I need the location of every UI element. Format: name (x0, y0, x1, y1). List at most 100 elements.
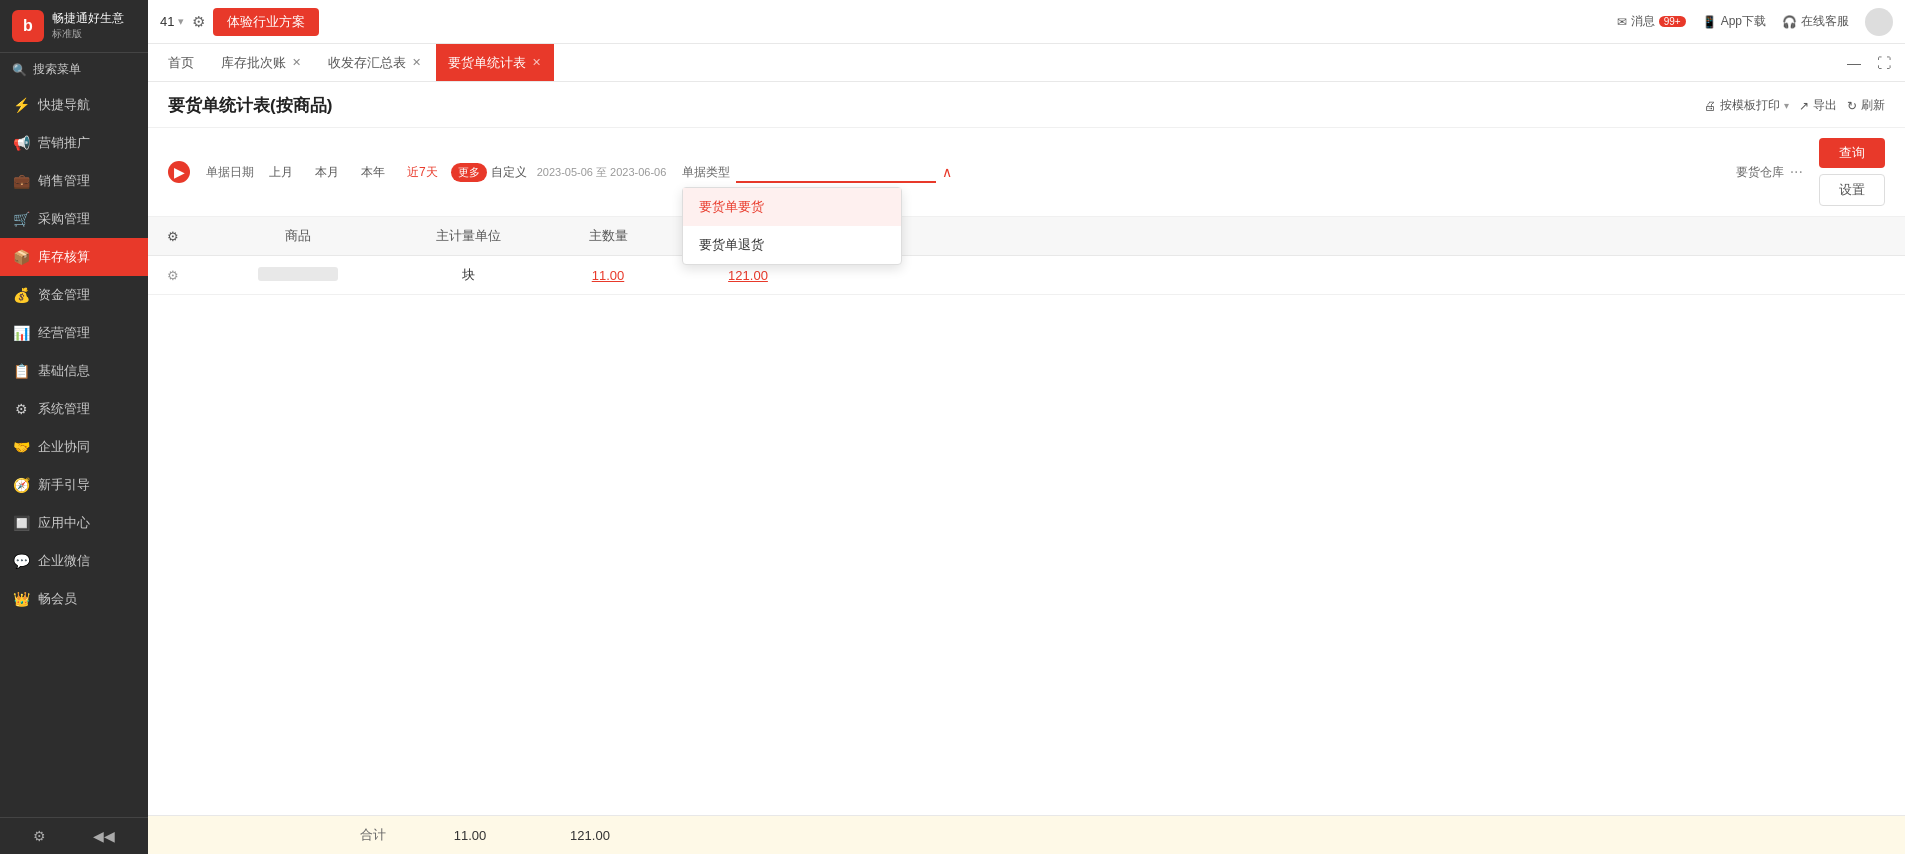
tab-requisition-stats[interactable]: 要货单统计表 ✕ (436, 44, 554, 81)
app-logo-icon: b (12, 10, 44, 42)
sidebar-item-basic[interactable]: 📋 基础信息 (0, 352, 148, 390)
sidebar-item-wechat[interactable]: 💬 企业微信 (0, 542, 148, 580)
table-row: ⚙ 块 11.00 121.00 (148, 256, 1905, 295)
sidebar-search-item[interactable]: 🔍 搜索菜单 (0, 53, 148, 86)
date-more-btn[interactable]: 更多 (451, 163, 487, 182)
sidebar-bottom: ⚙ ◀◀ (0, 817, 148, 854)
table-settings-icon[interactable]: ⚙ (167, 229, 179, 244)
sidebar-item-member[interactable]: 👑 畅会员 (0, 580, 148, 618)
sidebar-item-guide[interactable]: 🧭 新手引导 (0, 466, 148, 504)
dropdown-item-requisition-return[interactable]: 要货单退货 (683, 226, 901, 264)
printer-icon: 🖨 (1704, 99, 1716, 113)
sidebar-item-appstore[interactable]: 🔲 应用中心 (0, 504, 148, 542)
last-month-btn[interactable]: 上月 (260, 160, 302, 185)
purchase-label: 采购管理 (38, 210, 90, 228)
online-service-btn[interactable]: 🎧 在线客服 (1782, 13, 1849, 30)
page-header: 要货单统计表(按商品) 🖨 按模板打印 ▾ ↗ 导出 ↻ 刷新 (148, 82, 1905, 128)
row-settings-cell[interactable]: ⚙ (148, 256, 198, 295)
guide-icon: 🧭 (12, 476, 30, 494)
tab-minimize-btn[interactable]: — (1841, 50, 1867, 76)
user-avatar[interactable] (1865, 8, 1893, 36)
amount-link[interactable]: 121.00 (728, 268, 768, 283)
date-filter-label: 单据日期 (206, 164, 254, 181)
topbar-right: ✉ 消息 99+ 📱 App下载 🎧 在线客服 (1617, 8, 1893, 36)
messages-btn[interactable]: ✉ 消息 99+ (1617, 13, 1686, 30)
purchase-icon: 🛒 (12, 210, 30, 228)
collapse-sidebar-btn[interactable]: ◀◀ (93, 828, 115, 844)
date-filter-group: 单据日期 上月 本月 本年 近7天 更多 自定义 2023-05-06 至 20… (206, 160, 666, 185)
operation-label: 经营管理 (38, 324, 90, 342)
filter-bar: ▶ 单据日期 上月 本月 本年 近7天 更多 自定义 2023-05-06 至 … (148, 128, 1905, 217)
tab-receipt-summary[interactable]: 收发存汇总表 ✕ (316, 44, 434, 81)
app-logo-text: 畅捷通好生意 标准版 (52, 11, 124, 41)
sidebar: b 畅捷通好生意 标准版 🔍 搜索菜单 ⚡ 快捷导航 📢 营销推广 💼 销售管理… (0, 0, 148, 854)
type-filter-input[interactable] (736, 162, 936, 183)
col-unit: 主计量单位 (398, 217, 538, 256)
headset-icon: 🎧 (1782, 15, 1797, 29)
refresh-icon: ↻ (1847, 99, 1857, 113)
quantity-link[interactable]: 11.00 (592, 268, 625, 283)
date-quick-buttons: 上月 本月 本年 近7天 更多 自定义 (260, 160, 527, 185)
sidebar-item-finance[interactable]: 💰 资金管理 (0, 276, 148, 314)
row-quantity-cell: 11.00 (538, 256, 678, 295)
sidebar-item-system[interactable]: ⚙ 系统管理 (0, 390, 148, 428)
warehouse-more-btn[interactable]: ··· (1790, 163, 1803, 181)
query-button[interactable]: 查询 (1819, 138, 1885, 168)
last-7-days-btn[interactable]: 近7天 (398, 160, 447, 185)
basic-icon: 📋 (12, 362, 30, 380)
search-icon: 🔍 (12, 63, 27, 77)
topbar-gear-icon[interactable]: ⚙ (192, 13, 205, 31)
content-area: 要货单统计表(按商品) 🖨 按模板打印 ▾ ↗ 导出 ↻ 刷新 ▶ (148, 82, 1905, 854)
message-icon: ✉ (1617, 15, 1627, 29)
col-settings[interactable]: ⚙ (148, 217, 198, 256)
tab-requisition-stats-close[interactable]: ✕ (532, 56, 541, 69)
tab-receipt-summary-close[interactable]: ✕ (412, 56, 421, 69)
product-blurred (258, 267, 338, 281)
sidebar-item-inventory[interactable]: 📦 库存核算 (0, 238, 148, 276)
sidebar-item-sales[interactable]: 💼 销售管理 (0, 162, 148, 200)
date-range-display: 2023-05-06 至 2023-06-06 (537, 165, 667, 180)
table-header-row: ⚙ 商品 主计量单位 主数量 零售金额 (148, 217, 1905, 256)
data-table: ⚙ 商品 主计量单位 主数量 零售金额 (148, 217, 1905, 295)
store-selector[interactable]: 41 ▾ (160, 14, 184, 29)
system-icon: ⚙ (12, 400, 30, 418)
sidebar-item-enterprise[interactable]: 🤝 企业协同 (0, 428, 148, 466)
export-btn[interactable]: ↗ 导出 (1799, 97, 1837, 114)
col-empty (818, 217, 1905, 256)
settings-button[interactable]: 设置 (1819, 174, 1885, 206)
sidebar-item-quick-nav[interactable]: ⚡ 快捷导航 (0, 86, 148, 124)
type-filter-group: 单据类型 ∧ 要货单要货 要货单退货 (682, 162, 1719, 183)
member-label: 畅会员 (38, 590, 77, 608)
store-chevron-icon: ▾ (178, 15, 184, 28)
tab-requisition-stats-label: 要货单统计表 (448, 54, 526, 72)
sidebar-item-operation[interactable]: 📊 经营管理 (0, 314, 148, 352)
tab-fullscreen-btn[interactable]: ⛶ (1871, 50, 1897, 76)
sidebar-item-marketing[interactable]: 📢 营销推广 (0, 124, 148, 162)
trial-industry-button[interactable]: 体验行业方案 (213, 8, 319, 36)
settings-bottom-icon[interactable]: ⚙ (33, 828, 46, 844)
filter-expand-btn[interactable]: ▶ (168, 161, 190, 183)
footer-total-label: 合计 (178, 826, 398, 844)
sidebar-item-purchase[interactable]: 🛒 采购管理 (0, 200, 148, 238)
store-name: 41 (160, 14, 174, 29)
type-filter-chevron-icon[interactable]: ∧ (942, 164, 952, 180)
tab-receipt-summary-label: 收发存汇总表 (328, 54, 406, 72)
tab-inventory-batch-label: 库存批次账 (221, 54, 286, 72)
print-template-btn[interactable]: 🖨 按模板打印 ▾ (1704, 97, 1789, 114)
this-month-btn[interactable]: 本月 (306, 160, 348, 185)
tab-inventory-batch[interactable]: 库存批次账 ✕ (209, 44, 314, 81)
inventory-label: 库存核算 (38, 248, 90, 266)
app-download-btn[interactable]: 📱 App下载 (1702, 13, 1766, 30)
this-year-btn[interactable]: 本年 (352, 160, 394, 185)
col-product: 商品 (198, 217, 398, 256)
sales-label: 销售管理 (38, 172, 90, 190)
marketing-icon: 📢 (12, 134, 30, 152)
quick-nav-label: 快捷导航 (38, 96, 90, 114)
refresh-btn[interactable]: ↻ 刷新 (1847, 97, 1885, 114)
tab-inventory-batch-close[interactable]: ✕ (292, 56, 301, 69)
dropdown-item-requisition-order[interactable]: 要货单要货 (683, 188, 901, 226)
tab-home[interactable]: 首页 (156, 44, 207, 81)
date-custom-btn[interactable]: 自定义 (491, 164, 527, 181)
col-quantity: 主数量 (538, 217, 678, 256)
quick-nav-icon: ⚡ (12, 96, 30, 114)
